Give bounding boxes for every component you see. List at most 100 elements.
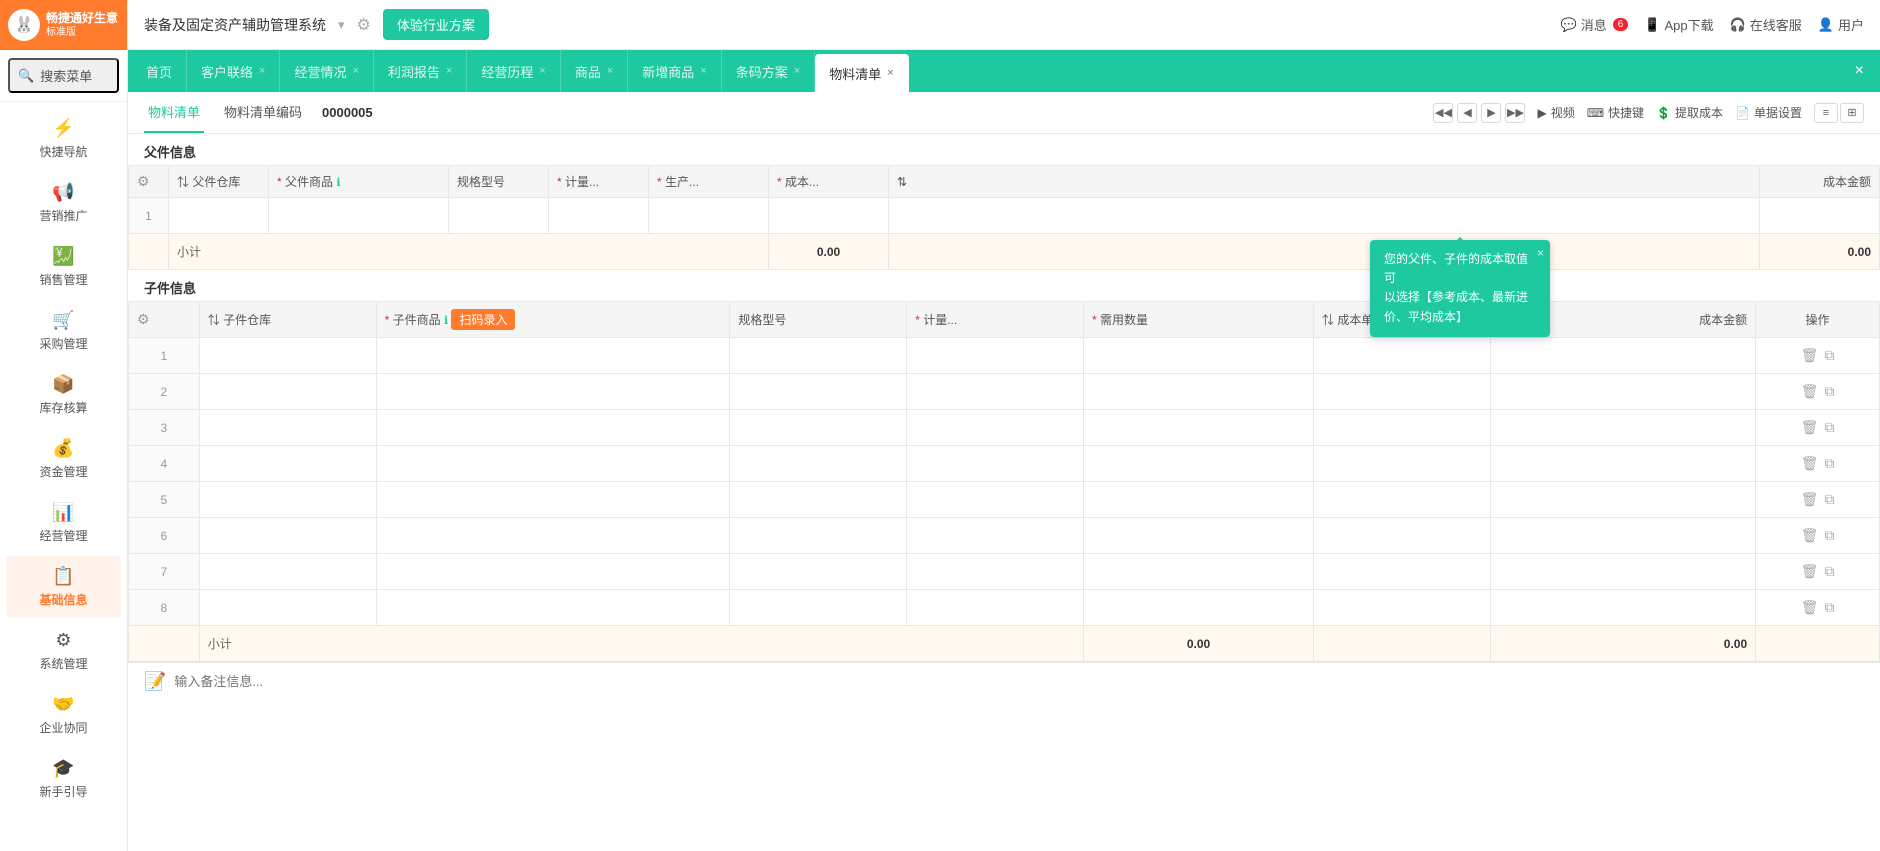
child-delete-icon-7[interactable]: 🗑: [1801, 563, 1819, 580]
sidebar-item-yingxiao[interactable]: 📢 营销推广: [6, 172, 121, 234]
child-copy-icon-5[interactable]: ⧉: [1824, 491, 1834, 508]
app-download-item[interactable]: 📱 App下载: [1644, 15, 1713, 34]
nav-tab-kehu[interactable]: 客户联络 ×: [187, 50, 280, 92]
tooltip-close-button[interactable]: ×: [1537, 244, 1544, 263]
child-delete-icon-1[interactable]: 🗑: [1801, 347, 1819, 364]
online-service-item[interactable]: 🎧 在线客服: [1730, 15, 1802, 34]
nav-prev-button[interactable]: ◀: [1457, 103, 1477, 123]
child-gear-icon[interactable]: ⚙: [137, 311, 150, 327]
nav-tab-newgoods[interactable]: 新增商品 ×: [628, 50, 721, 92]
sub-tab-bom[interactable]: 物料清单: [144, 92, 204, 133]
child-copy-icon-1[interactable]: ⧉: [1824, 347, 1834, 364]
child-cell-unit-1[interactable]: [907, 338, 1084, 374]
parent-cell-production-1[interactable]: [649, 198, 769, 234]
child-copy-icon-6[interactable]: ⧉: [1824, 527, 1834, 544]
action-doc-settings[interactable]: 📄 单据设置: [1735, 104, 1802, 121]
experience-button[interactable]: 体验行业方案: [383, 9, 489, 40]
child-copy-icon-8[interactable]: ⧉: [1824, 599, 1834, 616]
remark-input[interactable]: [174, 674, 1864, 689]
sidebar-item-zijin[interactable]: 💰 资金管理: [6, 428, 121, 490]
sidebar-item-qiye[interactable]: 🤝 企业协同: [6, 684, 121, 746]
scan-input-button[interactable]: 扫码录入: [451, 309, 515, 330]
action-cost[interactable]: 💲 提取成本: [1656, 104, 1723, 121]
sidebar-item-jingying[interactable]: 📊 经营管理: [6, 492, 121, 554]
sidebar-item-yingxiao-label: 营销推广: [39, 207, 87, 224]
parent-cell-spacer-1: [889, 198, 1760, 234]
sidebar-item-xitong[interactable]: ⚙ 系统管理: [6, 620, 121, 682]
sub-tab-bom-code[interactable]: 物料清单编码: [220, 92, 306, 133]
parent-gear-icon[interactable]: ⚙: [137, 173, 150, 189]
system-title-dropdown-icon[interactable]: ▾: [338, 17, 345, 33]
action-video[interactable]: ▶ 视频: [1537, 104, 1574, 121]
child-cell-warehouse-2[interactable]: [199, 374, 376, 410]
child-delete-icon-5[interactable]: 🗑: [1801, 491, 1819, 508]
child-cell-quantity-1[interactable]: [1084, 338, 1314, 374]
parent-cell-cost-1[interactable]: [769, 198, 889, 234]
child-delete-icon-3[interactable]: 🗑: [1801, 419, 1819, 436]
nav-tab-profit-close[interactable]: ×: [446, 65, 452, 77]
nav-tab-jingying1-close[interactable]: ×: [352, 65, 358, 77]
child-cell-unitprice-2[interactable]: [1313, 374, 1490, 410]
nav-tab-bom-close[interactable]: ×: [887, 67, 893, 79]
nav-first-button[interactable]: ◀◀: [1433, 103, 1453, 123]
sidebar-item-caigou[interactable]: 🛒 采购管理: [6, 300, 121, 362]
user-item[interactable]: 👤 用户: [1818, 15, 1864, 34]
nav-tab-barcode-close[interactable]: ×: [794, 65, 800, 77]
nav-next-button[interactable]: ▶: [1481, 103, 1501, 123]
parent-cell-product-1[interactable]: [269, 198, 449, 234]
nav-tab-history-close[interactable]: ×: [539, 65, 545, 77]
child-cell-spec-2[interactable]: [730, 374, 907, 410]
child-table: ⚙ ⇅ 子件仓库 * 子件商品 ℹ 扫码录入 规格型号 * 计量...: [128, 301, 1880, 662]
nav-close-all[interactable]: ×: [1843, 62, 1876, 80]
child-copy-icon-2[interactable]: ⧉: [1824, 383, 1834, 400]
sidebar-item-xinshou[interactable]: 🎓 新手引导: [6, 748, 121, 810]
nav-tab-bom[interactable]: 物料清单 ×: [815, 54, 908, 92]
child-delete-icon-8[interactable]: 🗑: [1801, 599, 1819, 616]
child-cell-product-1[interactable]: [376, 338, 730, 374]
shortcut-icon: ⌨: [1587, 106, 1604, 120]
nav-tab-kehu-close[interactable]: ×: [259, 65, 265, 77]
parent-cell-unit-1[interactable]: [549, 198, 649, 234]
child-cell-spec-1[interactable]: [730, 338, 907, 374]
sidebar-item-kucun-label: 库存核算: [39, 399, 87, 416]
jichuxinxi-icon: 📋: [52, 566, 74, 587]
child-cell-quantity-2[interactable]: [1084, 374, 1314, 410]
nav-tab-newgoods-close[interactable]: ×: [700, 65, 706, 77]
nav-tab-goods-close[interactable]: ×: [607, 65, 613, 77]
child-copy-icon-3[interactable]: ⧉: [1824, 419, 1834, 436]
search-menu-button[interactable]: 🔍 搜索菜单: [8, 58, 119, 93]
child-cell-product-2[interactable]: [376, 374, 730, 410]
child-delete-icon-6[interactable]: 🗑: [1801, 527, 1819, 544]
view-list-button[interactable]: ≡: [1814, 103, 1838, 123]
child-row-num-7: 7: [129, 554, 200, 590]
nav-tab-history[interactable]: 经营历程 ×: [467, 50, 560, 92]
nav-tab-profit[interactable]: 利润报告 ×: [374, 50, 467, 92]
parent-col-settings: ⚙: [129, 166, 169, 198]
child-cell-unitprice-1[interactable]: [1313, 338, 1490, 374]
nav-tab-goods[interactable]: 商品 ×: [561, 50, 628, 92]
parent-subtotal-spacer2: [889, 234, 1760, 270]
child-cell-amount-2: [1490, 374, 1755, 410]
parent-col-unit: * 计量...: [549, 166, 649, 198]
child-delete-icon-4[interactable]: 🗑: [1801, 455, 1819, 472]
child-copy-icon-7[interactable]: ⧉: [1824, 563, 1834, 580]
sidebar-item-kuaijie[interactable]: ⚡ 快捷导航: [6, 108, 121, 170]
settings-icon[interactable]: ⚙: [357, 15, 371, 35]
parent-cell-spec-1[interactable]: [449, 198, 549, 234]
sidebar-item-xiaoshou[interactable]: 💹 销售管理: [6, 236, 121, 298]
child-cell-warehouse-1[interactable]: [199, 338, 376, 374]
child-copy-icon-4[interactable]: ⧉: [1824, 455, 1834, 472]
nav-tab-barcode[interactable]: 条码方案 ×: [722, 50, 815, 92]
action-shortcut[interactable]: ⌨ 快捷键: [1587, 104, 1644, 121]
parent-cell-amount-1: [1760, 198, 1880, 234]
nav-last-button[interactable]: ▶▶: [1505, 103, 1525, 123]
child-delete-icon-2[interactable]: 🗑: [1801, 383, 1819, 400]
parent-cell-warehouse-1[interactable]: [169, 198, 269, 234]
nav-tab-home[interactable]: 首页: [132, 50, 187, 92]
sidebar-item-jichuxinxi[interactable]: 📋 基础信息: [6, 556, 121, 618]
nav-tab-jingying1[interactable]: 经营情况 ×: [280, 50, 373, 92]
message-item[interactable]: 💬 消息 6: [1561, 15, 1629, 34]
view-grid-button[interactable]: ⊞: [1840, 103, 1864, 123]
child-cell-unit-2[interactable]: [907, 374, 1084, 410]
sidebar-item-kucun[interactable]: 📦 库存核算: [6, 364, 121, 426]
